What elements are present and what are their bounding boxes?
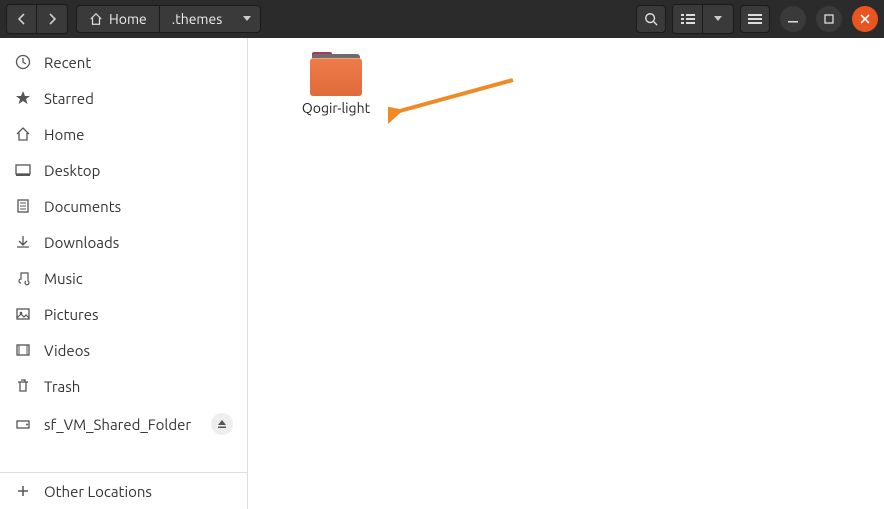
- minimize-button[interactable]: [780, 6, 806, 32]
- sidebar-item-label: Trash: [44, 378, 80, 395]
- breadcrumb-current-label: .themes: [172, 11, 223, 27]
- folder-icon: [310, 52, 362, 96]
- list-view-button[interactable]: [673, 5, 703, 33]
- breadcrumb-dropdown[interactable]: [234, 6, 260, 32]
- star-icon: [14, 89, 32, 107]
- file-manager-window: Home .themes: [0, 0, 884, 509]
- sidebar-item-label: Pictures: [44, 306, 99, 323]
- hamburger-menu-button[interactable]: [740, 5, 770, 33]
- close-icon: [860, 14, 870, 24]
- view-options-button[interactable]: [703, 5, 733, 33]
- desktop-icon: [14, 161, 32, 179]
- sidebar-item-label: Documents: [44, 198, 121, 215]
- sidebar-item-label: Home: [44, 126, 84, 143]
- sidebar: Recent Starred Home Desktop Documents: [0, 38, 248, 509]
- sidebar-item-shared-folder[interactable]: sf_VM_Shared_Folder: [0, 404, 247, 444]
- videos-icon: [14, 341, 32, 359]
- sidebar-item-label: Downloads: [44, 234, 119, 251]
- content-area[interactable]: Qogir-light: [248, 38, 884, 509]
- view-switcher: [672, 4, 734, 34]
- sidebar-item-music[interactable]: Music: [0, 260, 247, 296]
- documents-icon: [14, 197, 32, 215]
- sidebar-item-label: Desktop: [44, 162, 100, 179]
- menu-icon: [748, 13, 762, 25]
- list-icon: [681, 13, 695, 25]
- sidebar-item-other-locations[interactable]: Other Locations: [0, 473, 247, 509]
- annotation-arrow: [388, 74, 518, 124]
- sidebar-item-label: Videos: [44, 342, 90, 359]
- window-body: Recent Starred Home Desktop Documents: [0, 38, 884, 509]
- plus-icon: [14, 482, 32, 500]
- sidebar-item-label: sf_VM_Shared_Folder: [44, 416, 191, 433]
- sidebar-item-label: Starred: [44, 90, 94, 107]
- sidebar-item-trash[interactable]: Trash: [0, 368, 247, 404]
- music-icon: [14, 269, 32, 287]
- downloads-icon: [14, 233, 32, 251]
- sidebar-list: Recent Starred Home Desktop Documents: [0, 38, 247, 472]
- sidebar-item-videos[interactable]: Videos: [0, 332, 247, 368]
- search-icon: [644, 12, 658, 26]
- drive-icon: [14, 415, 32, 433]
- sidebar-item-home[interactable]: Home: [0, 116, 247, 152]
- caret-down-icon: [713, 15, 723, 23]
- breadcrumb: Home .themes: [76, 5, 261, 33]
- home-icon: [89, 12, 103, 26]
- back-button[interactable]: [7, 5, 37, 33]
- folder-label: Qogir-light: [302, 100, 370, 116]
- breadcrumb-home-label: Home: [109, 11, 147, 27]
- clock-icon: [14, 53, 32, 71]
- search-button[interactable]: [636, 5, 666, 33]
- sidebar-item-recent[interactable]: Recent: [0, 44, 247, 80]
- minimize-icon: [788, 14, 798, 24]
- chevron-left-icon: [17, 13, 27, 25]
- sidebar-item-downloads[interactable]: Downloads: [0, 224, 247, 260]
- breadcrumb-current[interactable]: .themes: [160, 6, 235, 32]
- nav-buttons: [6, 4, 68, 34]
- caret-down-icon: [242, 15, 252, 23]
- trash-icon: [14, 377, 32, 395]
- sidebar-item-label: Recent: [44, 54, 91, 71]
- chevron-right-icon: [47, 13, 57, 25]
- forward-button[interactable]: [37, 5, 67, 33]
- sidebar-item-documents[interactable]: Documents: [0, 188, 247, 224]
- pictures-icon: [14, 305, 32, 323]
- breadcrumb-home[interactable]: Home: [77, 6, 160, 32]
- sidebar-item-label: Music: [44, 270, 83, 287]
- titlebar: Home .themes: [0, 0, 884, 38]
- sidebar-item-starred[interactable]: Starred: [0, 80, 247, 116]
- sidebar-item-desktop[interactable]: Desktop: [0, 152, 247, 188]
- folder-item[interactable]: Qogir-light: [286, 52, 386, 116]
- maximize-icon: [824, 14, 834, 24]
- eject-button[interactable]: [211, 413, 233, 435]
- maximize-button[interactable]: [816, 6, 842, 32]
- eject-icon: [217, 419, 227, 429]
- sidebar-item-pictures[interactable]: Pictures: [0, 296, 247, 332]
- close-button[interactable]: [852, 6, 878, 32]
- home-icon: [14, 125, 32, 143]
- sidebar-item-label: Other Locations: [44, 483, 152, 500]
